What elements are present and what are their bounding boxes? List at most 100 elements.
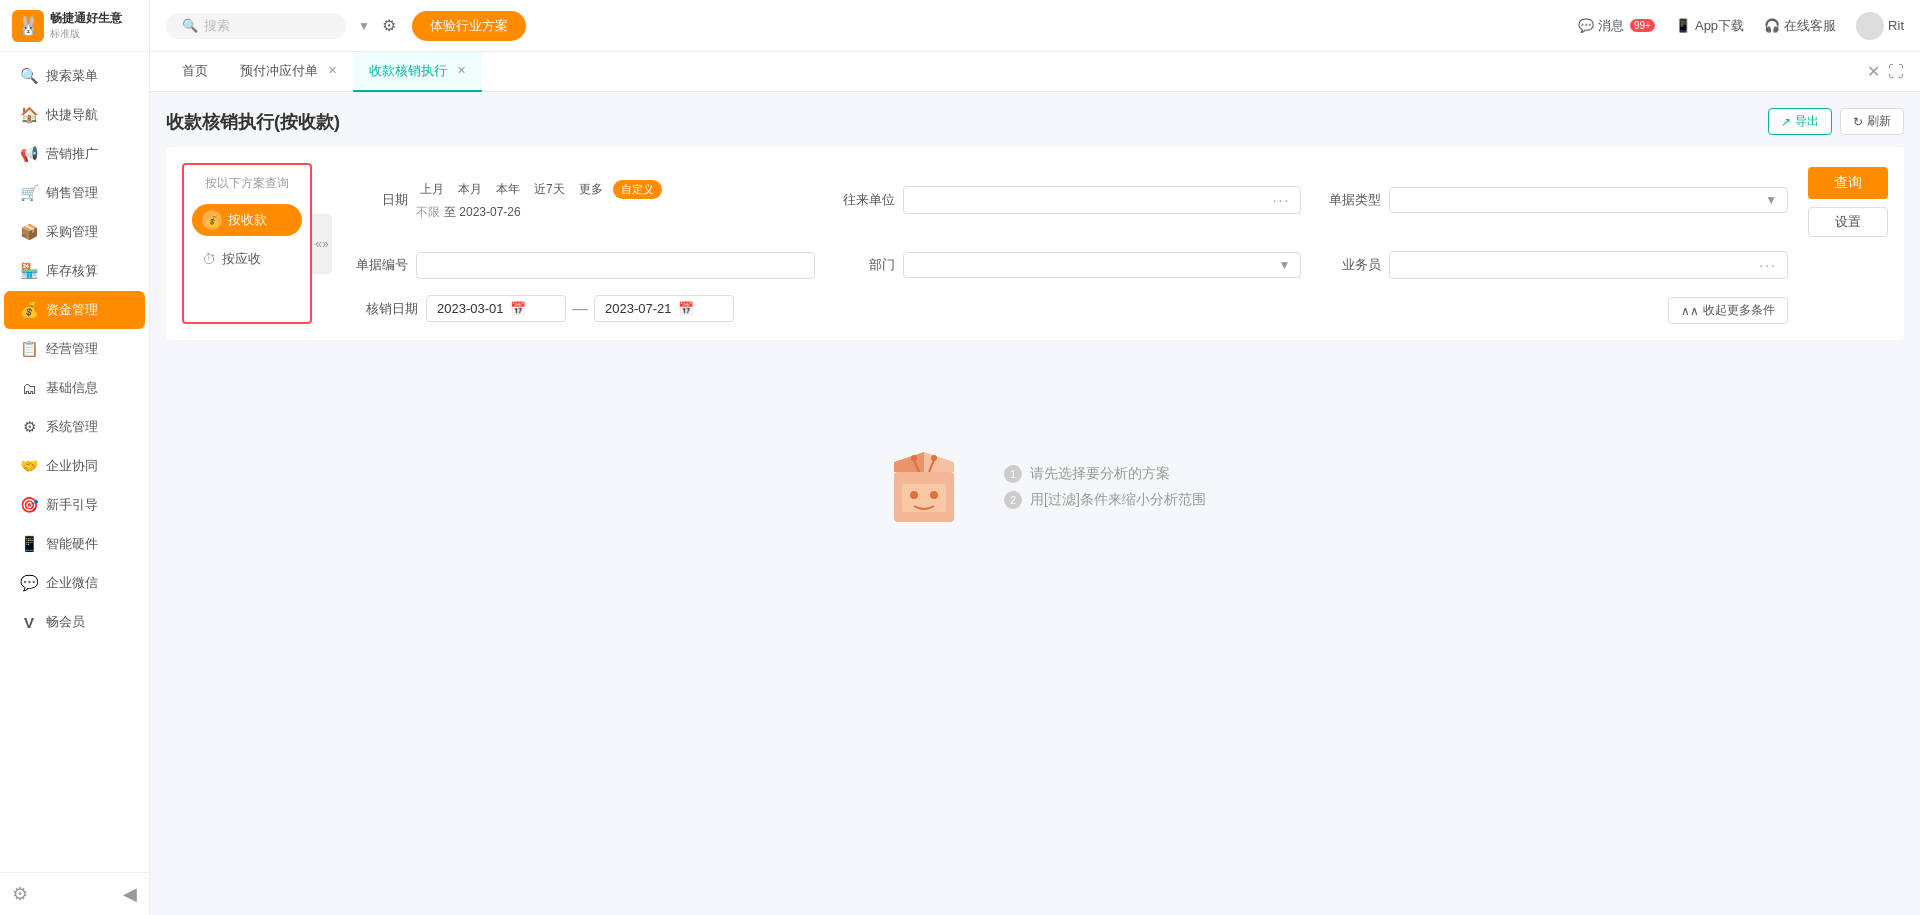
chevron-down-icon: ▼ [1765,193,1777,207]
tabs-bar: 首页 预付冲应付单 ✕ 收款核销执行 ✕ ✕ ⛶ [150,52,1920,92]
service-label: 在线客服 [1784,17,1836,35]
service-icon: 🎧 [1764,18,1780,33]
collapse-filter-button[interactable]: «» [312,214,332,274]
logo-text-group: 畅捷通好生意 标准版 [50,10,122,41]
dept-field: 部门 ▼ [835,252,1302,278]
basic-info-icon: 🗂 [20,380,38,397]
staff-dots-icon[interactable]: ··· [1759,257,1777,273]
date-shortcut-this-year[interactable]: 本年 [492,179,524,200]
industry-solution-button[interactable]: 体验行业方案 [412,11,526,41]
message-badge: 99+ [1630,19,1655,32]
user-profile[interactable]: Rit [1856,12,1904,40]
sidebar-item-sales[interactable]: 🛒 销售管理 [4,174,145,212]
search-menu-icon: 🔍 [20,67,38,85]
writeoff-date-start-input[interactable]: 2023-03-01 📅 [426,295,566,322]
calendar-end-icon: 📅 [678,301,694,316]
purchase-icon: 📦 [20,223,38,241]
hardware-icon: 📱 [20,535,38,553]
filter-option-by-receivable[interactable]: ⏱ 按应收 [192,244,302,274]
message-button[interactable]: 💬 消息 99+ [1578,17,1655,35]
filter-fields: 日期 上月 本月 本年 近7天 更多 自定义 [332,163,1888,324]
tab-receipt-write-off-close-icon[interactable]: ✕ [457,64,466,77]
svg-point-7 [911,455,917,461]
enterprise-icon: 🤝 [20,457,38,475]
online-service-button[interactable]: 🎧 在线客服 [1764,17,1836,35]
user-name: Rit [1888,18,1904,33]
date-nolimit-text: 不限 [416,204,440,221]
app-download-button[interactable]: 📱 App下载 [1675,17,1744,35]
date-custom-badge[interactable]: 自定义 [613,180,662,199]
export-button[interactable]: ↗ 导出 [1768,108,1832,135]
message-label: 消息 [1598,17,1624,35]
dept-select[interactable]: ▼ [903,252,1302,278]
sidebar-item-basic-info[interactable]: 🗂 基础信息 [4,369,145,407]
more-conditions-button[interactable]: ∧∧ 收起更多条件 [1668,297,1788,324]
sidebar-item-guide[interactable]: 🎯 新手引导 [4,486,145,524]
sidebar-item-finance[interactable]: 💰 资金管理 [4,291,145,329]
sidebar-item-label: 营销推广 [46,145,98,163]
tip-num-2: 2 [1004,491,1022,509]
sidebar-item-purchase[interactable]: 📦 采购管理 [4,213,145,251]
date-shortcut-this-month[interactable]: 本月 [454,179,486,200]
maximize-icon[interactable]: ⛶ [1888,63,1904,81]
sidebar-item-system[interactable]: ⚙ 系统管理 [4,408,145,446]
sidebar-item-operations[interactable]: 📋 经营管理 [4,330,145,368]
filter-option-by-receipt[interactable]: 💰 按收款 [192,204,302,236]
sidebar-item-hardware[interactable]: 📱 智能硬件 [4,525,145,563]
date-group: 上月 本月 本年 近7天 更多 自定义 不限 至 2023-07-26 [416,179,815,221]
writeoff-date-end-input[interactable]: 2023-07-21 📅 [594,295,734,322]
settings-bottom-icon[interactable]: ⚙ [12,883,28,905]
sidebar-logo: 🐰 畅捷通好生意 标准版 [0,0,149,52]
tab-prepay[interactable]: 预付冲应付单 ✕ [224,52,353,92]
query-button[interactable]: 查询 [1808,167,1888,199]
logo-badge: 标准版 [50,27,122,41]
marketing-icon: 📢 [20,145,38,163]
tab-prepay-label: 预付冲应付单 [240,62,318,80]
gear-icon[interactable]: ⚙ [382,16,396,35]
sidebar-item-enterprise[interactable]: 🤝 企业协同 [4,447,145,485]
page-title: 收款核销执行(按收款) [166,110,340,134]
staff-select[interactable]: ··· [1389,251,1788,279]
close-window-icon[interactable]: ✕ [1867,62,1880,81]
filter-actions: 查询 设置 [1808,163,1888,237]
filter-option-by-receipt-label: 按收款 [228,211,267,229]
refresh-label: 刷新 [1867,113,1891,130]
sidebar-item-marketing[interactable]: 📢 营销推广 [4,135,145,173]
dept-chevron-down-icon: ▼ [1278,258,1290,272]
counterparty-select[interactable]: ··· [903,186,1302,214]
sales-icon: 🛒 [20,184,38,202]
operations-icon: 📋 [20,340,38,358]
doc-type-select[interactable]: ▼ [1389,187,1788,213]
counterparty-field: 往来单位 ··· [835,186,1302,214]
sidebar-item-label: 基础信息 [46,379,98,397]
tab-home[interactable]: 首页 [166,52,224,92]
sidebar-item-label: 智能硬件 [46,535,98,553]
sidebar-bottom: ⚙ ◀ [0,872,149,915]
inventory-icon: 🏪 [20,262,38,280]
sidebar-item-inventory[interactable]: 🏪 库存核算 [4,252,145,290]
refresh-button[interactable]: ↻ 刷新 [1840,108,1904,135]
sidebar-item-vip[interactable]: V 畅会员 [4,603,145,641]
sidebar-item-search[interactable]: 🔍 搜索菜单 [4,57,145,95]
tab-prepay-close-icon[interactable]: ✕ [328,64,337,77]
user-avatar [1856,12,1884,40]
date-shortcut-7days[interactable]: 近7天 [530,179,569,200]
dropdown-arrow-icon[interactable]: ▼ [358,19,370,33]
date-nolimit-row: 不限 至 2023-07-26 [416,204,815,221]
writeoff-date-start-value: 2023-03-01 [437,301,504,316]
doc-no-field: 单据编号 [348,252,815,279]
sidebar-item-quick-nav[interactable]: 🏠 快捷导航 [4,96,145,134]
date-shortcut-more[interactable]: 更多 [575,179,607,200]
export-label: 导出 [1795,113,1819,130]
sidebar-item-label: 企业协同 [46,457,98,475]
doc-no-input[interactable] [416,252,815,279]
export-icon: ↗ [1781,115,1791,129]
tab-receipt-write-off[interactable]: 收款核销执行 ✕ [353,52,482,92]
collapse-sidebar-icon[interactable]: ◀ [123,883,137,905]
counterparty-dots-icon[interactable]: ··· [1273,192,1291,208]
sidebar-item-wechat[interactable]: 💬 企业微信 [4,564,145,602]
setting-button[interactable]: 设置 [1808,207,1888,237]
date-shortcut-last-month[interactable]: 上月 [416,179,448,200]
sidebar-item-label: 库存核算 [46,262,98,280]
topbar-search-box[interactable]: 🔍 搜索 [166,13,346,39]
